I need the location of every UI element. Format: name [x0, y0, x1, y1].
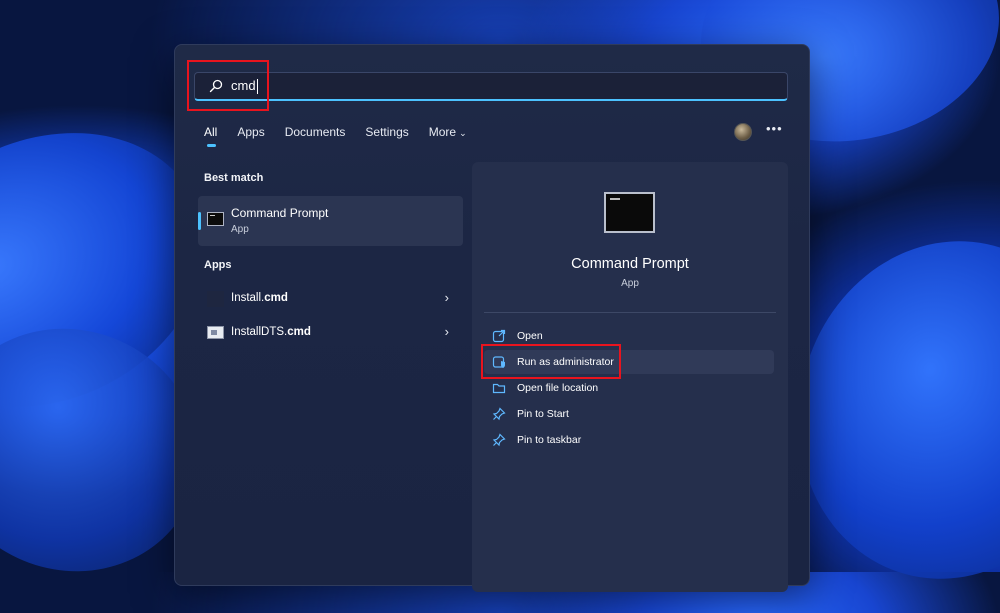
action-label: Open — [517, 330, 543, 342]
detail-title: Command Prompt — [571, 256, 689, 272]
divider — [484, 312, 776, 313]
tab-settings[interactable]: Settings — [365, 125, 408, 139]
detail-subtitle: App — [621, 278, 639, 289]
tab-all[interactable]: All — [204, 125, 217, 147]
open-file-location-action[interactable]: Open file location — [484, 376, 774, 400]
start-search-panel: cmd All Apps Documents Settings More ⌄ ••… — [174, 44, 810, 592]
result-detail-pane: Command Prompt App Open Run as administr… — [472, 162, 788, 592]
search-icon — [209, 79, 223, 93]
list-item[interactable]: InstallDTS.cmd › — [198, 319, 463, 347]
list-item[interactable]: Install.cmd › — [198, 285, 463, 313]
text-caret — [256, 79, 258, 95]
selection-indicator — [198, 212, 201, 230]
chevron-right-icon[interactable]: › — [445, 324, 449, 339]
app-name: Install.cmd — [231, 292, 288, 304]
open-action[interactable]: Open — [484, 324, 774, 348]
app-name: InstallDTS.cmd — [231, 326, 311, 338]
chevron-down-icon: ⌄ — [459, 128, 467, 138]
tab-more[interactable]: More ⌄ — [429, 125, 467, 139]
tab-more-label: More — [428, 125, 457, 139]
run-as-administrator-action[interactable]: Run as administrator — [484, 350, 774, 374]
pin-icon — [492, 433, 506, 447]
search-filter-tabs: All Apps Documents Settings More ⌄ — [204, 125, 487, 147]
result-type: App — [231, 224, 249, 235]
action-label: Pin to Start — [517, 408, 569, 420]
action-label: Open file location — [517, 382, 599, 394]
tab-documents[interactable]: Documents — [285, 125, 346, 139]
chevron-right-icon[interactable]: › — [445, 290, 449, 305]
action-label: Run as administrator — [517, 356, 614, 368]
search-box[interactable]: cmd — [194, 72, 788, 101]
search-input[interactable]: cmd — [231, 78, 258, 95]
script-file-icon — [207, 291, 224, 307]
best-match-result[interactable]: Command Prompt App — [198, 196, 463, 246]
pin-to-taskbar-action[interactable]: Pin to taskbar — [484, 428, 774, 452]
open-external-icon — [492, 329, 506, 343]
folder-icon — [492, 383, 506, 394]
tab-apps[interactable]: Apps — [237, 125, 264, 139]
pin-icon — [492, 407, 506, 421]
best-match-heading: Best match — [204, 172, 264, 184]
script-file-icon — [207, 326, 224, 339]
user-avatar[interactable] — [734, 123, 752, 141]
action-label: Pin to taskbar — [517, 434, 582, 446]
result-name: Command Prompt — [231, 206, 329, 220]
command-prompt-icon — [207, 212, 224, 226]
pin-to-start-action[interactable]: Pin to Start — [484, 402, 774, 426]
command-prompt-icon — [604, 192, 655, 233]
apps-heading: Apps — [204, 259, 232, 271]
ellipsis-icon[interactable]: ••• — [766, 121, 783, 136]
shield-admin-icon — [492, 356, 505, 368]
